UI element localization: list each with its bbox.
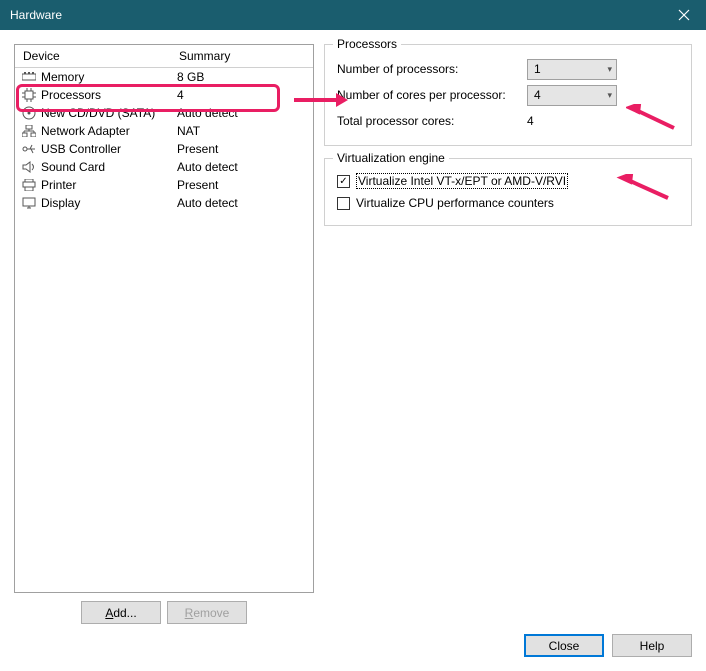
header-summary: Summary bbox=[179, 49, 305, 63]
device-row-sound[interactable]: Sound Card Auto detect bbox=[15, 158, 313, 176]
perf-counters-checkbox[interactable] bbox=[337, 197, 350, 210]
virtualization-group: Virtualization engine ✓ Virtualize Intel… bbox=[324, 158, 692, 226]
sound-icon bbox=[21, 159, 37, 175]
cores-per-proc-value: 4 bbox=[534, 88, 541, 102]
memory-icon bbox=[21, 69, 37, 85]
network-icon bbox=[21, 123, 37, 139]
right-panel: Processors Number of processors: 1 ▾ Num… bbox=[324, 44, 692, 624]
device-name: Network Adapter bbox=[41, 124, 177, 138]
remove-button: Remove bbox=[167, 601, 247, 624]
add-button[interactable]: Add... bbox=[81, 601, 161, 624]
device-row-cddvd[interactable]: New CD/DVD (SATA) Auto detect bbox=[15, 104, 313, 122]
device-row-display[interactable]: Display Auto detect bbox=[15, 194, 313, 212]
display-icon bbox=[21, 195, 37, 211]
close-button[interactable]: Close bbox=[524, 634, 604, 657]
device-row-network[interactable]: Network Adapter NAT bbox=[15, 122, 313, 140]
device-summary: Present bbox=[177, 178, 307, 192]
device-name: USB Controller bbox=[41, 142, 177, 156]
dialog-content: Device Summary Memory 8 GB Processors 4 … bbox=[0, 30, 706, 671]
window-title: Hardware bbox=[10, 8, 62, 22]
device-row-usb[interactable]: USB Controller Present bbox=[15, 140, 313, 158]
device-name: Processors bbox=[41, 88, 177, 102]
usb-icon bbox=[21, 141, 37, 157]
cores-per-proc-dropdown[interactable]: 4 ▾ bbox=[527, 85, 617, 106]
dialog-buttons: Close Help bbox=[14, 634, 692, 657]
device-row-memory[interactable]: Memory 8 GB bbox=[15, 68, 313, 86]
device-name: Printer bbox=[41, 178, 177, 192]
device-name: Display bbox=[41, 196, 177, 210]
virtualization-group-title: Virtualization engine bbox=[333, 151, 449, 165]
disc-icon bbox=[21, 105, 37, 121]
device-summary: Auto detect bbox=[177, 106, 307, 120]
chevron-down-icon: ▾ bbox=[607, 64, 612, 75]
device-name: Sound Card bbox=[41, 160, 177, 174]
device-row-processors[interactable]: Processors 4 bbox=[15, 86, 313, 104]
cpu-icon bbox=[21, 87, 37, 103]
device-summary: Present bbox=[177, 142, 307, 156]
device-summary: Auto detect bbox=[177, 160, 307, 174]
device-list: Device Summary Memory 8 GB Processors 4 … bbox=[14, 44, 314, 593]
chevron-down-icon: ▾ bbox=[607, 90, 612, 101]
device-list-header: Device Summary bbox=[15, 45, 313, 68]
num-processors-dropdown[interactable]: 1 ▾ bbox=[527, 59, 617, 80]
device-summary: 4 bbox=[177, 88, 307, 102]
device-row-printer[interactable]: Printer Present bbox=[15, 176, 313, 194]
device-name: New CD/DVD (SATA) bbox=[41, 106, 177, 120]
device-name: Memory bbox=[41, 70, 177, 84]
total-cores-value: 4 bbox=[527, 114, 679, 128]
processors-group: Processors Number of processors: 1 ▾ Num… bbox=[324, 44, 692, 146]
header-device: Device bbox=[23, 49, 179, 63]
device-summary: Auto detect bbox=[177, 196, 307, 210]
perf-counters-label[interactable]: Virtualize CPU performance counters bbox=[356, 196, 554, 210]
num-processors-value: 1 bbox=[534, 62, 541, 76]
num-processors-label: Number of processors: bbox=[337, 62, 527, 76]
device-summary: NAT bbox=[177, 124, 307, 138]
vtx-label[interactable]: Virtualize Intel VT-x/EPT or AMD-V/RVI bbox=[356, 173, 568, 189]
help-button[interactable]: Help bbox=[612, 634, 692, 657]
cores-per-proc-label: Number of cores per processor: bbox=[337, 88, 527, 102]
titlebar: Hardware bbox=[0, 0, 706, 30]
printer-icon bbox=[21, 177, 37, 193]
device-summary: 8 GB bbox=[177, 70, 307, 84]
vtx-checkbox[interactable]: ✓ bbox=[337, 175, 350, 188]
device-buttons: Add... Remove bbox=[14, 601, 314, 624]
left-panel: Device Summary Memory 8 GB Processors 4 … bbox=[14, 44, 314, 624]
total-cores-label: Total processor cores: bbox=[337, 114, 527, 128]
processors-group-title: Processors bbox=[333, 37, 401, 51]
close-icon[interactable] bbox=[661, 0, 706, 30]
